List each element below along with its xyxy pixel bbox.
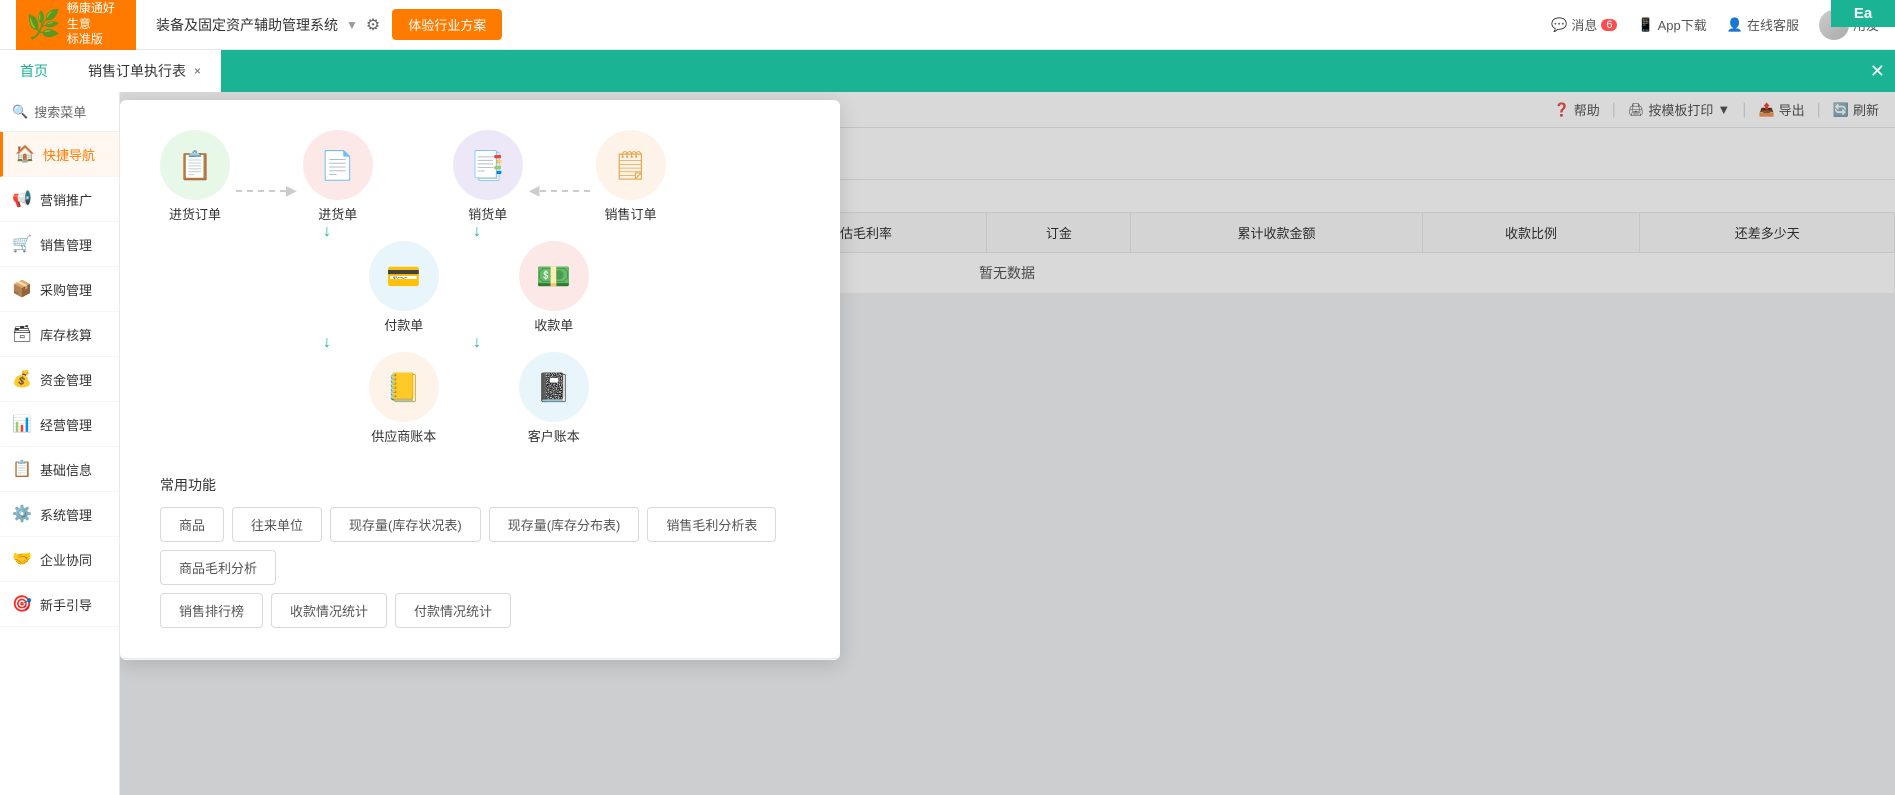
money-icon: 💰 <box>12 369 32 389</box>
popup-body: 📋 进货订单 ▶ <box>120 100 840 658</box>
node-fukuan[interactable]: 💳 <box>369 241 439 311</box>
func-btn-stock-status[interactable]: 现存量(库存状况表) <box>330 507 481 542</box>
sidebar-item-sales[interactable]: 🛒 销售管理 <box>0 222 119 267</box>
node-shoukuan[interactable]: 💵 <box>519 241 589 311</box>
message-icon: 💬 <box>1551 17 1567 33</box>
func-buttons-row1: 商品 往来单位 现存量(库存状况表) 现存量(库存分布表) 销售毛利分析表 商品… <box>160 507 800 585</box>
sidebar-item-new-guide[interactable]: 🎯 新手引导 <box>0 582 119 627</box>
handshake-icon: 🤝 <box>12 549 32 569</box>
box-icon: 📦 <box>12 279 32 299</box>
sidebar-item-enterprise[interactable]: 🤝 企业协同 <box>0 537 119 582</box>
popup: 📋 进货订单 ▶ <box>120 100 840 660</box>
service-icon: 👤 <box>1727 17 1743 33</box>
chart-icon: 📊 <box>12 414 32 434</box>
target-icon: 🎯 <box>12 594 32 614</box>
home-icon: 🏠 <box>15 144 35 164</box>
node-supplier[interactable]: 📒 <box>369 352 439 422</box>
tab-close-icon[interactable]: × <box>194 64 201 78</box>
node-xiaohuo-order-label: 销售订单 <box>605 204 657 223</box>
cart-icon: 🛒 <box>12 234 32 254</box>
sidebar-search[interactable]: 🔍 搜索菜单 <box>0 92 119 132</box>
func-btn-sales-rank[interactable]: 销售排行榜 <box>160 593 263 628</box>
node-jinhuo-order[interactable]: 📋 <box>160 130 230 200</box>
main-layout: 🔍 搜索菜单 🏠 快捷导航 📢 营销推广 🛒 销售管理 📦 采购管理 🗃 库存核… <box>0 92 1895 795</box>
node-customer-label: 客户账本 <box>528 426 580 445</box>
tab-home[interactable]: 首页 <box>0 50 68 92</box>
node-jinhuo-order-label: 进货订单 <box>169 204 221 223</box>
ea-badge: Ea <box>1831 0 1895 27</box>
app-download-item[interactable]: 📱 App下载 <box>1637 15 1706 34</box>
common-func-title: 常用功能 <box>160 475 800 495</box>
message-badge: 6 <box>1601 19 1617 31</box>
clipboard-icon: 📋 <box>12 459 32 479</box>
sidebar-item-basic-info[interactable]: 📋 基础信息 <box>0 447 119 492</box>
node-xiaohuo-order[interactable]: 🗒 <box>596 130 666 200</box>
sidebar-item-inventory[interactable]: 🗃 库存核算 <box>0 312 119 357</box>
func-btn-goods[interactable]: 商品 <box>160 507 224 542</box>
sidebar-item-system[interactable]: ⚙️ 系统管理 <box>0 492 119 537</box>
experience-button[interactable]: 体验行业方案 <box>392 9 502 40</box>
flow-diagram: 📋 进货订单 ▶ <box>160 130 800 445</box>
popup-scrollbar: ◀ ▶ <box>120 658 840 660</box>
logo-icon: 🌿 <box>26 8 61 41</box>
system-title: 装备及固定资产辅助管理系统 ▼ <box>156 15 358 35</box>
func-btn-receipt-stat[interactable]: 收款情况统计 <box>271 593 387 628</box>
nav-close-btn[interactable]: ✕ <box>1870 61 1885 82</box>
logo-area: 🌿 畅康通好生意 标准版 <box>16 0 136 50</box>
node-customer[interactable]: 📓 <box>519 352 589 422</box>
sidebar: 🔍 搜索菜单 🏠 快捷导航 📢 营销推广 🛒 销售管理 📦 采购管理 🗃 库存核… <box>0 92 120 795</box>
sidebar-item-operations[interactable]: 📊 经营管理 <box>0 402 119 447</box>
online-service-item[interactable]: 👤 在线客服 <box>1727 15 1799 34</box>
content-area: ❓ 帮助 | 🖨 按模板打印 ▼ | 📤 导出 | 🔄 刷新 <box>120 92 1895 795</box>
node-xiaohuo[interactable]: 📑 <box>453 130 523 200</box>
sidebar-item-marketing[interactable]: 📢 营销推广 <box>0 177 119 222</box>
warehouse-icon: 🗃 <box>12 324 32 344</box>
tab-sales-order[interactable]: 销售订单执行表 × <box>68 50 221 92</box>
top-header: 🌿 畅康通好生意 标准版 装备及固定资产辅助管理系统 ▼ ⚙ 体验行业方案 💬 … <box>0 0 1895 50</box>
node-supplier-label: 供应商账本 <box>371 426 436 445</box>
sidebar-item-purchase[interactable]: 📦 采购管理 <box>0 267 119 312</box>
message-item[interactable]: 💬 消息 6 <box>1551 15 1617 34</box>
phone-icon: 📱 <box>1637 17 1653 33</box>
sidebar-item-quick-nav[interactable]: 🏠 快捷导航 <box>0 132 119 177</box>
func-btn-partner[interactable]: 往来单位 <box>232 507 322 542</box>
dropdown-icon[interactable]: ▼ <box>346 18 358 32</box>
node-jinhuo-label: 进货单 <box>318 204 357 223</box>
func-buttons-row2: 销售排行榜 收款情况统计 付款情况统计 <box>160 593 800 628</box>
header-right: 💬 消息 6 📱 App下载 👤 在线客服 用友 <box>1551 10 1879 40</box>
node-fukuan-label: 付款单 <box>384 315 423 334</box>
popup-overlay[interactable]: 📋 进货订单 ▶ <box>120 92 1895 795</box>
func-btn-payment-stat[interactable]: 付款情况统计 <box>395 593 511 628</box>
nav-tabs: 首页 销售订单执行表 × ✕ <box>0 50 1895 92</box>
common-functions: 常用功能 商品 往来单位 现存量(库存状况表) 现存量(库存分布表) 销售毛利分… <box>160 475 800 628</box>
node-jinhuo[interactable]: 📄 <box>303 130 373 200</box>
gear-icon[interactable]: ⚙ <box>366 15 380 35</box>
sidebar-item-finance[interactable]: 💰 资金管理 <box>0 357 119 402</box>
func-btn-goods-profit[interactable]: 商品毛利分析 <box>160 550 276 585</box>
node-shoukuan-label: 收款单 <box>534 315 573 334</box>
megaphone-icon: 📢 <box>12 189 32 209</box>
search-icon: 🔍 <box>12 104 28 120</box>
node-xiaohuo-label: 销货单 <box>468 204 507 223</box>
func-btn-sales-profit[interactable]: 销售毛利分析表 <box>647 507 776 542</box>
func-btn-stock-dist[interactable]: 现存量(库存分布表) <box>489 507 640 542</box>
logo-text: 畅康通好生意 标准版 <box>67 1 126 48</box>
settings-icon: ⚙️ <box>12 504 32 524</box>
